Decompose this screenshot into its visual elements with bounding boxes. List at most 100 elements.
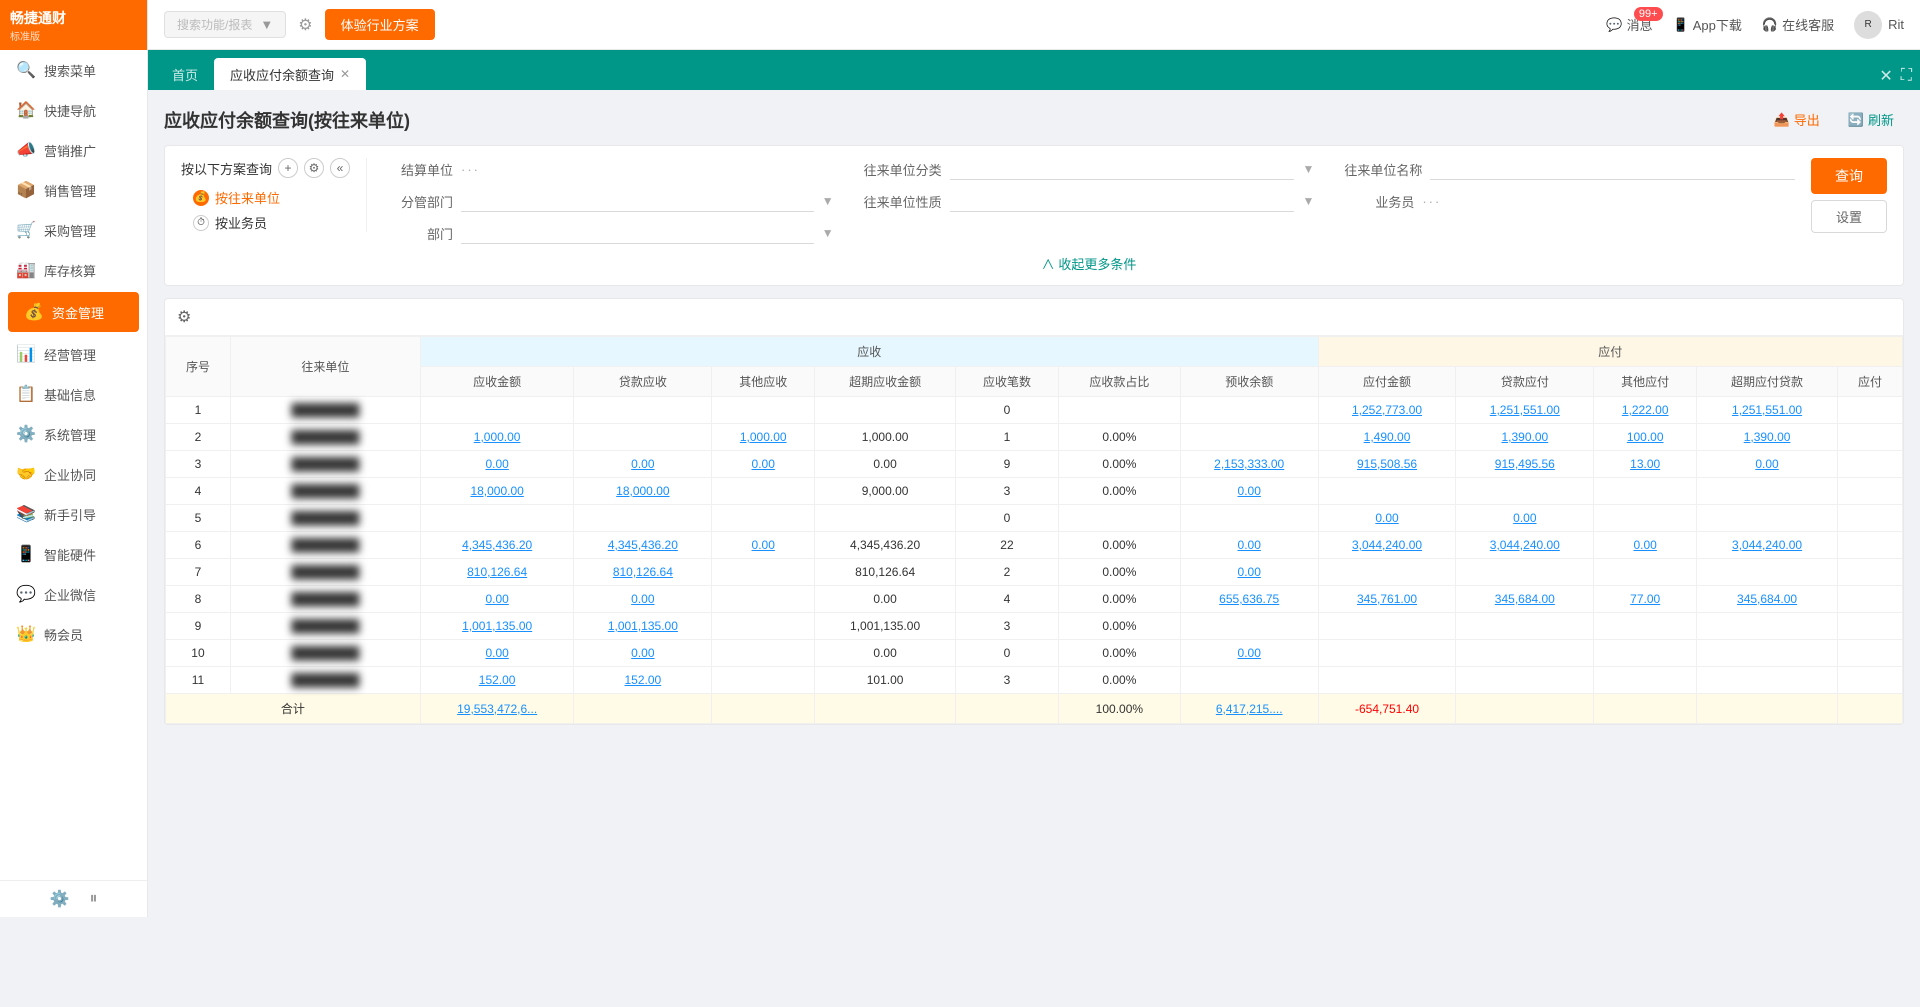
online-service-button[interactable]: 🎧 在线客服 (1762, 15, 1834, 34)
table-cell[interactable]: 345,684.00 (1456, 586, 1594, 613)
collapse-footer-icon[interactable]: ⏸ (89, 890, 97, 908)
table-cell[interactable]: 0.00 (420, 451, 574, 478)
table-cell[interactable]: 152.00 (420, 667, 574, 694)
sidebar-item-system[interactable]: ⚙️ 系统管理 (0, 414, 147, 454)
trial-button[interactable]: 体验行业方案 (325, 9, 435, 40)
sidebar-item-purchase[interactable]: 🛒 采购管理 (0, 210, 147, 250)
sidebar-item-nav[interactable]: 🏠 快捷导航 (0, 90, 147, 130)
table-cell[interactable]: 1,222.00 (1594, 397, 1697, 424)
table-cell[interactable] (1456, 640, 1594, 667)
table-cell[interactable] (1697, 640, 1838, 667)
collapse-button[interactable]: ∧ 收起更多条件 (1042, 254, 1137, 273)
table-cell[interactable]: 18,000.00 (574, 478, 712, 505)
settings-footer-icon[interactable]: ⚙️ (50, 889, 70, 909)
table-cell[interactable] (712, 559, 815, 586)
table-cell[interactable]: 915,495.56 (1456, 451, 1594, 478)
table-cell[interactable] (1318, 559, 1456, 586)
query-button[interactable]: 查询 (1811, 158, 1887, 194)
table-cell[interactable]: 1,000.00 (420, 424, 574, 451)
scheme-option-salesman[interactable]: ⏱ 按业务员 (193, 213, 350, 232)
table-cell[interactable]: 0.00 (1180, 478, 1318, 505)
scheme-option-partner[interactable]: 💰 按往来单位 (193, 188, 350, 207)
table-cell[interactable]: 0.00 (1456, 505, 1594, 532)
table-cell[interactable] (1594, 667, 1697, 694)
table-cell[interactable] (420, 505, 574, 532)
table-cell[interactable] (712, 640, 815, 667)
sidebar-item-sales[interactable]: 📦 销售管理 (0, 170, 147, 210)
table-cell[interactable] (574, 424, 712, 451)
table-cell[interactable] (712, 667, 815, 694)
table-cell[interactable]: 1,251,551.00 (1456, 397, 1594, 424)
table-cell[interactable] (712, 586, 815, 613)
table-cell[interactable]: 4,345,436.20 (420, 532, 574, 559)
table-cell[interactable] (1456, 613, 1594, 640)
sidebar-item-hardware[interactable]: 📱 智能硬件 (0, 534, 147, 574)
table-cell[interactable]: 1,001,135.00 (574, 613, 712, 640)
sidebar-item-inventory[interactable]: 🏭 库存核算 (0, 250, 147, 290)
table-cell[interactable] (1456, 559, 1594, 586)
sidebar-item-basic[interactable]: 📋 基础信息 (0, 374, 147, 414)
sidebar-item-marketing[interactable]: 📣 营销推广 (0, 130, 147, 170)
table-cell[interactable] (1594, 559, 1697, 586)
topbar-search-area[interactable]: 搜索功能/报表 ▼ (164, 11, 286, 38)
table-cell[interactable]: 3,044,240.00 (1456, 532, 1594, 559)
table-cell[interactable]: 0.00 (574, 586, 712, 613)
partner-nature-input[interactable] (950, 190, 1295, 212)
table-cell[interactable]: 0.00 (1180, 559, 1318, 586)
table-cell[interactable] (1697, 613, 1838, 640)
table-cell[interactable]: 2,153,333.00 (1180, 451, 1318, 478)
table-cell[interactable] (1697, 667, 1838, 694)
table-cell[interactable]: 0.00 (574, 451, 712, 478)
table-cell[interactable] (712, 478, 815, 505)
table-cell[interactable]: 1,490.00 (1318, 424, 1456, 451)
partner-name-input[interactable] (1430, 158, 1795, 180)
table-cell[interactable] (574, 505, 712, 532)
total-ys-prepay[interactable]: 6,417,215.... (1180, 694, 1318, 724)
table-cell[interactable]: 0.00 (1180, 640, 1318, 667)
table-cell[interactable]: 0.00 (712, 451, 815, 478)
table-cell[interactable] (1318, 478, 1456, 505)
user-area[interactable]: R Rit (1854, 11, 1904, 39)
table-cell[interactable] (712, 397, 815, 424)
table-cell[interactable]: 0.00 (1594, 532, 1697, 559)
set-button[interactable]: 设置 (1811, 200, 1887, 233)
table-cell[interactable] (1456, 478, 1594, 505)
collapse-scheme-button[interactable]: « (330, 158, 350, 178)
config-scheme-button[interactable]: ⚙ (304, 158, 324, 178)
table-cell[interactable] (1697, 559, 1838, 586)
table-cell[interactable]: 0.00 (420, 586, 574, 613)
table-cell[interactable] (1456, 667, 1594, 694)
table-cell[interactable] (1180, 613, 1318, 640)
table-cell[interactable] (1594, 505, 1697, 532)
table-cell[interactable]: 345,761.00 (1318, 586, 1456, 613)
table-settings-icon[interactable]: ⚙ (177, 307, 191, 327)
message-button[interactable]: 💬 消息 99+ (1606, 15, 1652, 34)
table-cell[interactable]: 4,345,436.20 (574, 532, 712, 559)
table-cell[interactable]: 0.00 (1697, 451, 1838, 478)
table-cell[interactable]: 0.00 (420, 640, 574, 667)
dept-input[interactable] (461, 190, 814, 212)
add-scheme-button[interactable]: + (278, 158, 298, 178)
table-cell[interactable] (1318, 640, 1456, 667)
section-dept-input[interactable] (461, 222, 814, 244)
table-cell[interactable]: 3,044,240.00 (1697, 532, 1838, 559)
table-cell[interactable]: 810,126.64 (420, 559, 574, 586)
sidebar-item-finance[interactable]: 💰 资金管理 (8, 292, 139, 332)
total-ys-amount[interactable]: 19,553,472,6... (420, 694, 574, 724)
sidebar-item-guide[interactable]: 📚 新手引导 (0, 494, 147, 534)
table-cell[interactable] (420, 397, 574, 424)
table-cell[interactable]: 13.00 (1594, 451, 1697, 478)
sidebar-item-management[interactable]: 📊 经营管理 (0, 334, 147, 374)
refresh-button[interactable]: 🔄 刷新 (1838, 106, 1904, 133)
sidebar-item-search[interactable]: 🔍 搜索菜单 (0, 50, 147, 90)
table-cell[interactable]: 1,390.00 (1456, 424, 1594, 451)
table-cell[interactable]: 1,001,135.00 (420, 613, 574, 640)
partner-category-input[interactable] (950, 158, 1295, 180)
table-cell[interactable]: 1,251,551.00 (1697, 397, 1838, 424)
table-cell[interactable]: 1,252,773.00 (1318, 397, 1456, 424)
table-cell[interactable] (1318, 613, 1456, 640)
table-cell[interactable]: 655,636.75 (1180, 586, 1318, 613)
table-cell[interactable]: 18,000.00 (420, 478, 574, 505)
table-cell[interactable]: 1,390.00 (1697, 424, 1838, 451)
table-cell[interactable] (1180, 667, 1318, 694)
